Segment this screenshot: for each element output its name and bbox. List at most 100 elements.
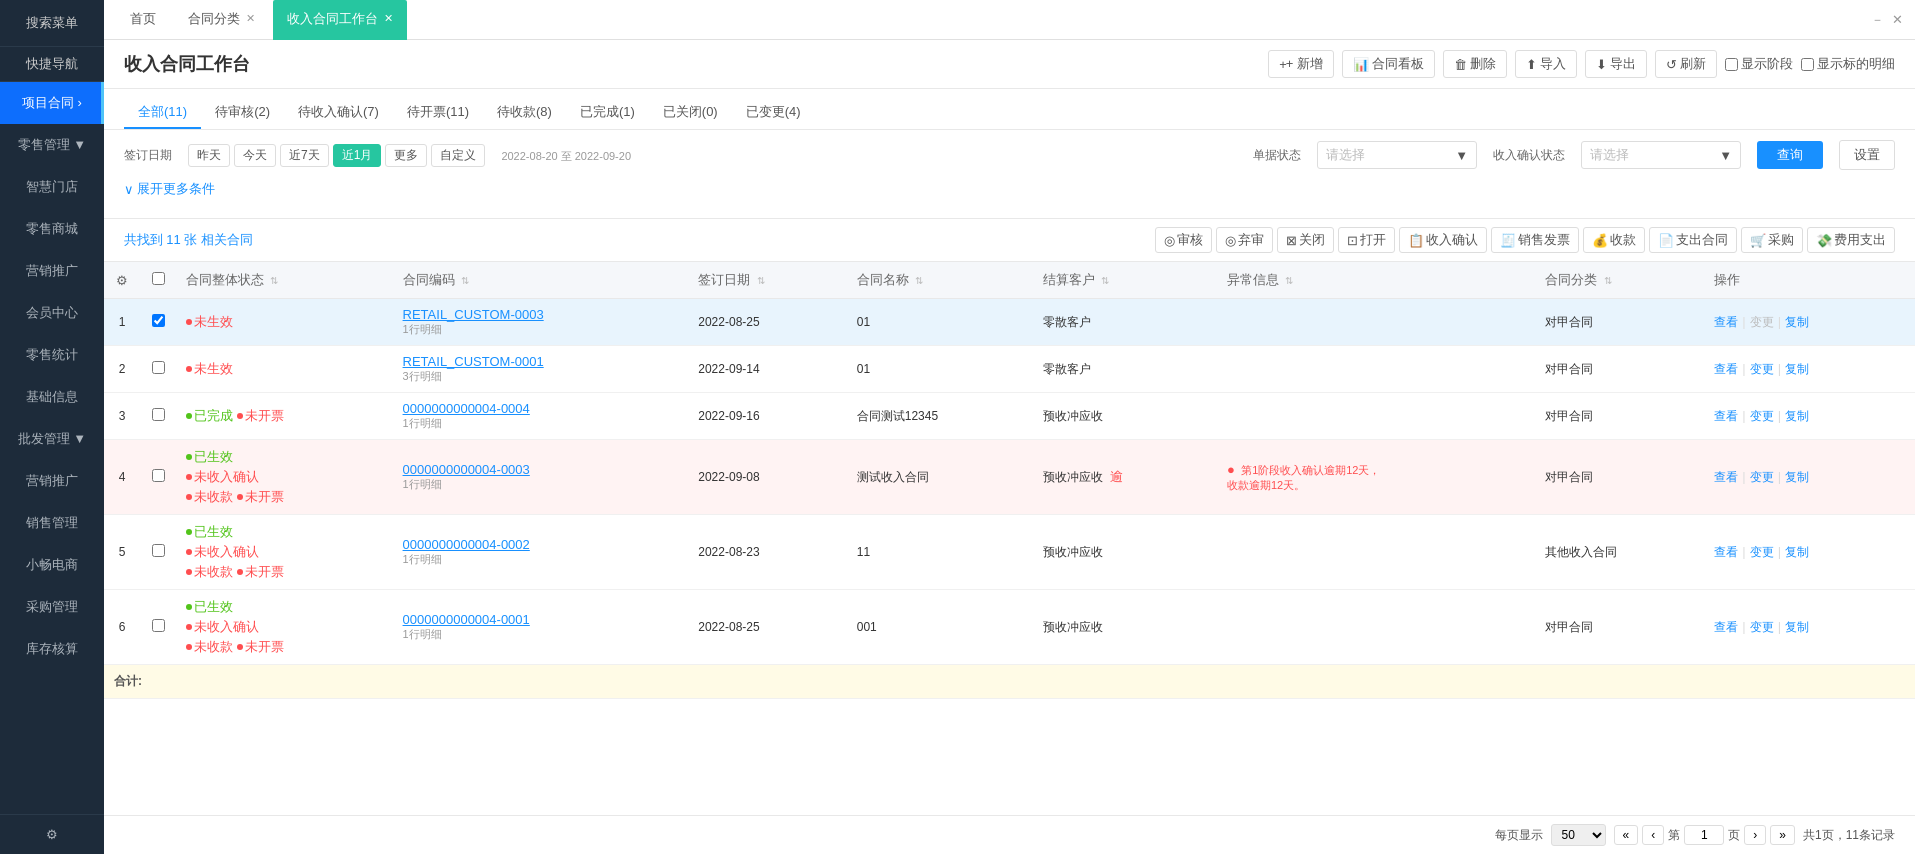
row-checkbox[interactable]: [140, 590, 176, 665]
row-select-checkbox[interactable]: [152, 469, 165, 482]
select-all-checkbox[interactable]: [152, 272, 165, 285]
row-select-checkbox[interactable]: [152, 408, 165, 421]
row-checkbox[interactable]: [140, 440, 176, 515]
copy-link[interactable]: 复制: [1785, 361, 1809, 378]
contract-code-link[interactable]: 0000000000004-0004: [403, 401, 530, 416]
date-btn-custom[interactable]: 自定义: [431, 144, 485, 167]
next-page-btn[interactable]: ›: [1744, 825, 1766, 845]
expense-out-btn[interactable]: 💸 费用支出: [1807, 227, 1895, 253]
contract-code-link[interactable]: 0000000000004-0001: [403, 612, 530, 627]
th-sign-date[interactable]: 签订日期 ⇅: [688, 262, 846, 299]
view-link[interactable]: 查看: [1714, 544, 1738, 561]
set-button[interactable]: 设置: [1839, 140, 1895, 170]
sidebar-search[interactable]: 搜索菜单: [0, 0, 104, 47]
page-size-select[interactable]: 20 50 100: [1551, 824, 1606, 846]
row-checkbox[interactable]: [140, 299, 176, 346]
income-confirm-select[interactable]: 请选择 ▼: [1581, 141, 1741, 169]
payment-btn[interactable]: 💰 收款: [1583, 227, 1645, 253]
sidebar-item-smart-store[interactable]: 智慧门店: [0, 166, 104, 208]
sidebar-settings[interactable]: ⚙: [0, 814, 104, 854]
change-link[interactable]: 变更: [1750, 408, 1774, 425]
row-checkbox[interactable]: [140, 393, 176, 440]
sidebar-item-inventory[interactable]: 库存核算: [0, 628, 104, 670]
th-customer[interactable]: 结算客户 ⇅: [1033, 262, 1217, 299]
filter-tab-closed[interactable]: 已关闭(0): [649, 97, 732, 129]
th-checkbox[interactable]: [140, 262, 176, 299]
contract-board-button[interactable]: 📊 合同看板: [1342, 50, 1435, 78]
sidebar-item-retail-mgmt[interactable]: 零售管理 ▼: [0, 124, 104, 166]
refresh-button[interactable]: ↺ 刷新: [1655, 50, 1717, 78]
view-link[interactable]: 查看: [1714, 314, 1738, 331]
first-page-btn[interactable]: «: [1614, 825, 1639, 845]
copy-link[interactable]: 复制: [1785, 544, 1809, 561]
income-confirm-btn[interactable]: 📋 收入确认: [1399, 227, 1487, 253]
change-link[interactable]: 变更: [1750, 619, 1774, 636]
th-type[interactable]: 合同分类 ⇅: [1535, 262, 1704, 299]
new-button[interactable]: + + 新增: [1268, 50, 1334, 78]
prev-page-btn[interactable]: ‹: [1642, 825, 1664, 845]
sidebar-item-purchase[interactable]: 采购管理: [0, 586, 104, 628]
query-button[interactable]: 查询: [1757, 141, 1823, 169]
date-btn-yesterday[interactable]: 昨天: [188, 144, 230, 167]
sidebar-item-member[interactable]: 会员中心: [0, 292, 104, 334]
sidebar-item-retail-mall[interactable]: 零售商城: [0, 208, 104, 250]
export-button[interactable]: ⬇ 导出: [1585, 50, 1647, 78]
th-status[interactable]: 合同整体状态 ⇅: [176, 262, 393, 299]
filter-tab-pending-payment[interactable]: 待收款(8): [483, 97, 566, 129]
contract-code-link[interactable]: 0000000000004-0002: [403, 537, 530, 552]
change-link[interactable]: 变更: [1750, 314, 1774, 331]
show-details-checkbox[interactable]: [1801, 58, 1814, 71]
sidebar-quick-nav[interactable]: 快捷导航: [0, 47, 104, 82]
copy-link[interactable]: 复制: [1785, 408, 1809, 425]
row-select-checkbox[interactable]: [152, 544, 165, 557]
show-details-checkbox-label[interactable]: 显示标的明细: [1801, 55, 1895, 73]
purchase-btn[interactable]: 🛒 采购: [1741, 227, 1803, 253]
view-link[interactable]: 查看: [1714, 469, 1738, 486]
filter-tab-pending-invoice[interactable]: 待开票(11): [393, 97, 483, 129]
th-code[interactable]: 合同编码 ⇅: [393, 262, 689, 299]
audit-btn[interactable]: ◎ 审核: [1155, 227, 1212, 253]
sidebar-item-basic-info[interactable]: 基础信息: [0, 376, 104, 418]
filter-tab-changed[interactable]: 已变更(4): [732, 97, 815, 129]
contract-code-link[interactable]: RETAIL_CUSTOM-0001: [403, 354, 544, 369]
expand-more-button[interactable]: ∨ 展开更多条件: [124, 176, 215, 202]
copy-link[interactable]: 复制: [1785, 619, 1809, 636]
sidebar-item-project[interactable]: 项目合同 ›: [0, 82, 104, 124]
tab-home[interactable]: 首页: [116, 0, 170, 40]
date-btn-1month[interactable]: 近1月: [333, 144, 382, 167]
change-link[interactable]: 变更: [1750, 544, 1774, 561]
show-stages-checkbox[interactable]: [1725, 58, 1738, 71]
row-select-checkbox[interactable]: [152, 619, 165, 632]
tab-close-icon[interactable]: ✕: [384, 12, 393, 25]
last-page-btn[interactable]: »: [1770, 825, 1795, 845]
change-link[interactable]: 变更: [1750, 469, 1774, 486]
open-btn[interactable]: ⊡ 打开: [1338, 227, 1395, 253]
filter-tab-all[interactable]: 全部(11): [124, 97, 201, 129]
copy-link[interactable]: 复制: [1785, 314, 1809, 331]
tab-income-contract[interactable]: 收入合同工作台 ✕: [273, 0, 407, 40]
th-name[interactable]: 合同名称 ⇅: [847, 262, 1033, 299]
sidebar-item-ecommerce[interactable]: 小畅电商: [0, 544, 104, 586]
doc-status-select[interactable]: 请选择 ▼: [1317, 141, 1477, 169]
sidebar-item-marketing1[interactable]: 营销推广: [0, 250, 104, 292]
copy-link[interactable]: 复制: [1785, 469, 1809, 486]
contract-code-link[interactable]: RETAIL_CUSTOM-0003: [403, 307, 544, 322]
show-stages-checkbox-label[interactable]: 显示阶段: [1725, 55, 1793, 73]
sidebar-item-marketing2[interactable]: 营销推广: [0, 460, 104, 502]
date-btn-more[interactable]: 更多: [385, 144, 427, 167]
contract-code-link[interactable]: 0000000000004-0003: [403, 462, 530, 477]
close-btn[interactable]: ⊠ 关闭: [1277, 227, 1334, 253]
date-btn-today[interactable]: 今天: [234, 144, 276, 167]
change-link[interactable]: 变更: [1750, 361, 1774, 378]
view-link[interactable]: 查看: [1714, 619, 1738, 636]
row-checkbox[interactable]: [140, 346, 176, 393]
outgoing-contract-btn[interactable]: 📄 支出合同: [1649, 227, 1737, 253]
row-select-checkbox[interactable]: [152, 361, 165, 374]
th-settings[interactable]: ⚙: [104, 262, 140, 299]
row-select-checkbox[interactable]: [152, 314, 165, 327]
date-btn-7days[interactable]: 近7天: [280, 144, 329, 167]
delete-button[interactable]: 🗑 删除: [1443, 50, 1507, 78]
row-checkbox[interactable]: [140, 515, 176, 590]
page-number-input[interactable]: [1684, 825, 1724, 845]
tab-close-icon[interactable]: ✕: [246, 12, 255, 25]
